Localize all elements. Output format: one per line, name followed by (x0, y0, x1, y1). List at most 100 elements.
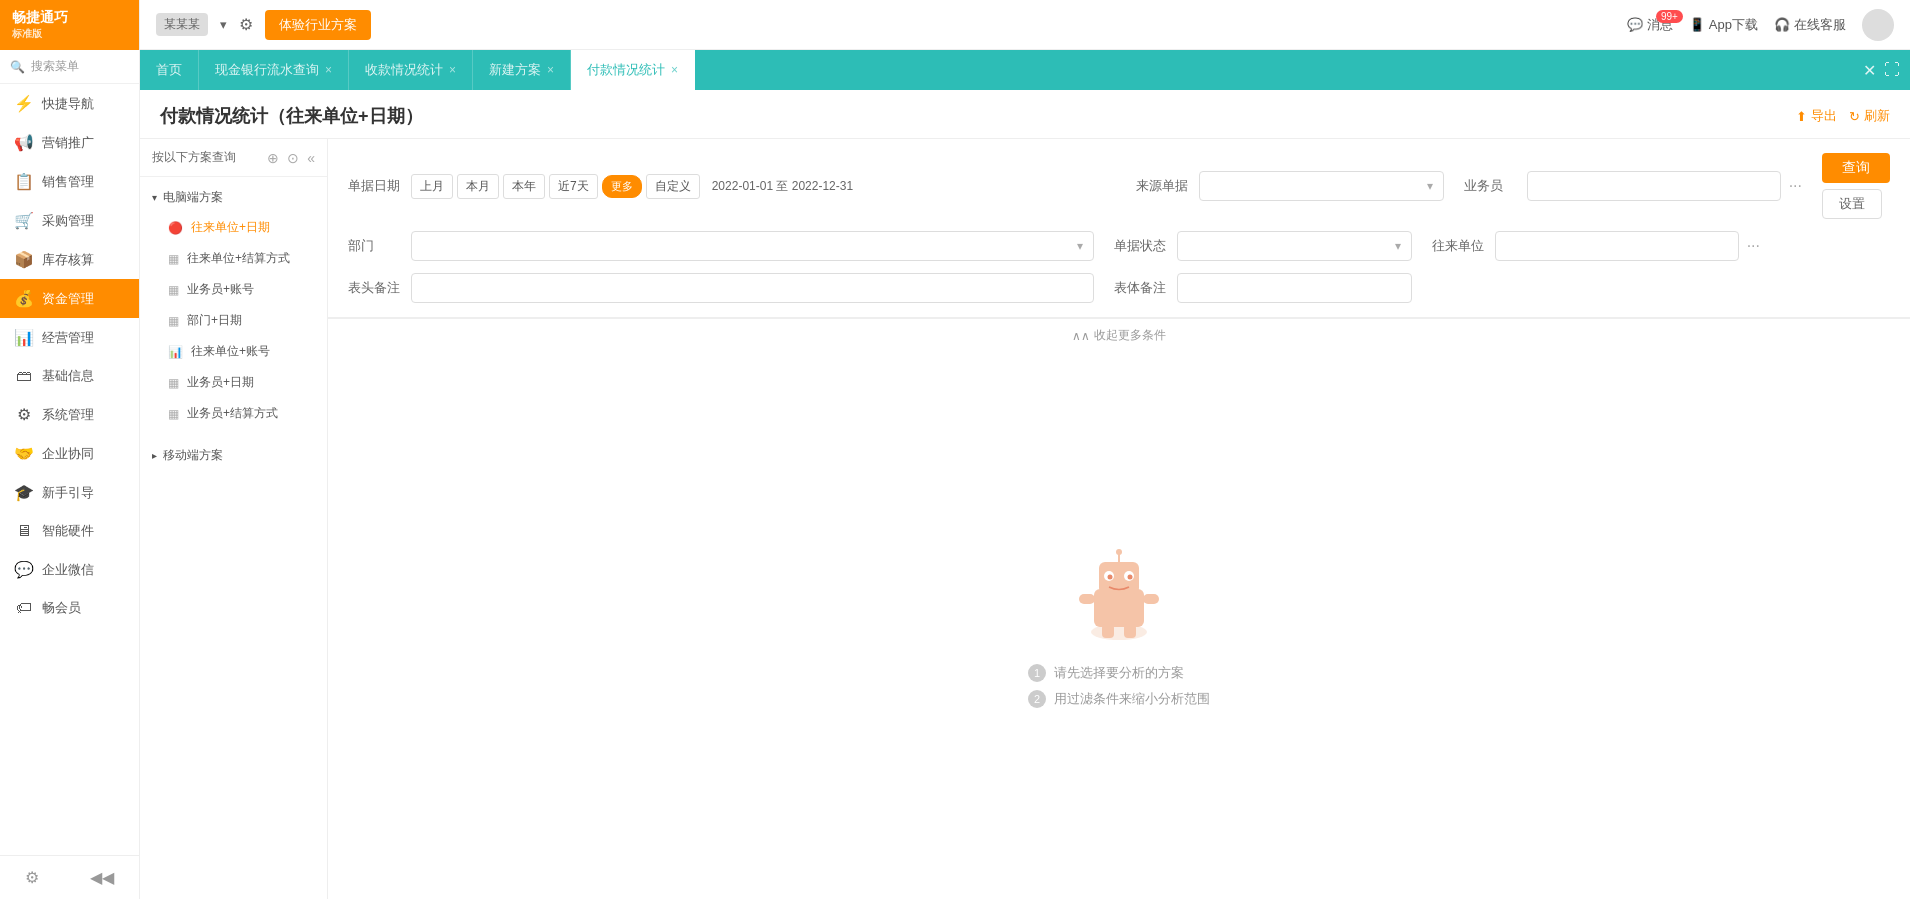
body-remark-input[interactable] (1177, 273, 1412, 303)
settings-btn-form[interactable]: 设置 (1822, 189, 1882, 219)
collapse-btn[interactable]: ∧∧ 收起更多条件 (328, 318, 1910, 352)
user-dropdown[interactable]: ▾ (220, 17, 227, 32)
sidebar-item-system[interactable]: ⚙系统管理 (0, 395, 139, 434)
wechat-label: 企业微信 (42, 561, 94, 579)
this-month-btn[interactable]: 本月 (457, 174, 499, 199)
sidebar-item-sales[interactable]: 📋销售管理 (0, 162, 139, 201)
voucher-status-select[interactable]: ▾ (1177, 231, 1412, 261)
scheme-label-dept-date: 部门+日期 (187, 312, 242, 329)
refresh-icon: ↻ (1849, 109, 1860, 124)
staff-more-btn[interactable]: ··· (1789, 177, 1802, 195)
sidebar-item-capital[interactable]: 💰资金管理 (0, 279, 139, 318)
export-label: 导出 (1811, 107, 1837, 125)
tip-text-1: 请先选择要分析的方案 (1054, 664, 1184, 682)
service-label: 在线客服 (1794, 16, 1846, 34)
tip-num-1: 1 (1028, 664, 1046, 682)
wechat-icon: 💬 (14, 560, 34, 579)
voucher-status-field: 单据状态 ▾ (1114, 231, 1412, 261)
more-date-btn[interactable]: 更多 (602, 175, 642, 198)
collapse-sidebar-btn[interactable]: ◀◀ (86, 864, 118, 891)
try-industry-btn[interactable]: 体验行业方案 (265, 10, 371, 40)
sidebar-item-guide[interactable]: 🎓新手引导 (0, 473, 139, 512)
sidebar-bottom: ⚙ ◀◀ (0, 855, 139, 899)
scheme-group-header-desktop[interactable]: ▾电脑端方案 (140, 183, 327, 212)
scheme-item-staff-settle[interactable]: ▦业务员+结算方式 (140, 398, 327, 429)
manage-scheme-icon[interactable]: ⊙ (287, 150, 299, 166)
sidebar-item-purchase[interactable]: 🛒采购管理 (0, 201, 139, 240)
add-scheme-icon[interactable]: ⊕ (267, 150, 279, 166)
scheme-item-unit-account[interactable]: 📊往来单位+账号 (140, 336, 327, 367)
unit-select[interactable] (1495, 231, 1739, 261)
tab-home[interactable]: 首页 (140, 50, 199, 90)
scheme-item-unit-date[interactable]: 🔴往来单位+日期 (140, 212, 327, 243)
top-header-right: 💬 消息 99+ 📱 App下载 🎧 在线客服 (1627, 9, 1894, 41)
dept-select[interactable]: ▾ (411, 231, 1094, 261)
unit-more-btn[interactable]: ··· (1747, 237, 1760, 255)
group-label-mobile: 移动端方案 (163, 447, 223, 464)
sidebar-item-wechat[interactable]: 💬 企业微信 (0, 550, 139, 589)
last-month-btn[interactable]: 上月 (411, 174, 453, 199)
main-area: 某某某 ▾ ⚙ 体验行业方案 💬 消息 99+ 📱 App下载 🎧 在线客服 首… (140, 0, 1910, 899)
top-settings-icon[interactable]: ⚙ (239, 15, 253, 34)
tab-close-payment-stat[interactable]: × (671, 63, 678, 77)
expand-tab-icon[interactable]: ⛶ (1884, 61, 1900, 79)
sidebar-item-quick-nav[interactable]: ⚡快捷导航 (0, 84, 139, 123)
last-7-days-btn[interactable]: 近7天 (549, 174, 598, 199)
app-download-btn[interactable]: 📱 App下载 (1689, 16, 1758, 34)
purchase-icon: 🛒 (14, 211, 34, 230)
online-service-btn[interactable]: 🎧 在线客服 (1774, 16, 1846, 34)
tab-close-receivable[interactable]: × (449, 63, 456, 77)
logo-sub: 标准版 (12, 27, 68, 41)
collapse-icon: ∧∧ (1072, 329, 1090, 343)
scheme-item-dept-date[interactable]: ▦ 部门+日期 (140, 305, 327, 336)
empty-state: 1 请先选择要分析的方案 2 用过滤条件来缩小分析范围 (328, 352, 1910, 899)
user-avatar[interactable] (1862, 9, 1894, 41)
export-btn[interactable]: ⬆ 导出 (1796, 107, 1837, 125)
group-arrow-mobile: ▸ (152, 450, 157, 461)
page-title: 付款情况统计（往来单位+日期） (160, 104, 423, 128)
messages-btn[interactable]: 💬 消息 99+ (1627, 16, 1673, 34)
collapse-scheme-icon[interactable]: « (307, 150, 315, 166)
sidebar-item-hardware[interactable]: 🖥智能硬件 (0, 512, 139, 550)
sidebar-item-base[interactable]: 🗃基础信息 (0, 357, 139, 395)
tab-receivable[interactable]: 收款情况统计× (349, 50, 473, 90)
page-header: 付款情况统计（往来单位+日期） ⬆ 导出 ↻ 刷新 (140, 90, 1910, 139)
quick-nav-icon: ⚡ (14, 94, 34, 113)
tab-payment-stat[interactable]: 付款情况统计× (571, 50, 695, 90)
staff-select[interactable] (1527, 171, 1781, 201)
base-icon: 🗃 (14, 367, 34, 385)
source-field: 来源单据 ▾ (1136, 171, 1443, 201)
close-tab-icon[interactable]: ✕ (1863, 61, 1876, 80)
custom-date-btn[interactable]: 自定义 (646, 174, 700, 199)
scheme-icon-dept-date: ▦ (168, 314, 179, 328)
sidebar-item-inventory[interactable]: 📦库存核算 (0, 240, 139, 279)
this-year-btn[interactable]: 本年 (503, 174, 545, 199)
tab-new-scheme[interactable]: 新建方案× (473, 50, 571, 90)
scheme-item-unit-settle[interactable]: ▦往来单位+结算方式 (140, 243, 327, 274)
search-label: 搜索菜单 (31, 58, 79, 75)
header-remark-field: 表头备注 (348, 273, 1094, 303)
query-btn[interactable]: 查询 (1822, 153, 1890, 183)
sidebar-search[interactable]: 🔍 搜索菜单 (0, 50, 139, 84)
refresh-btn[interactable]: ↻ 刷新 (1849, 107, 1890, 125)
voucher-status-label: 单据状态 (1114, 237, 1169, 255)
tab-items: 首页现金银行流水查询×收款情况统计×新建方案×付款情况统计× (140, 50, 695, 90)
tab-close-new-scheme[interactable]: × (547, 63, 554, 77)
tab-bar-actions: ✕ ⛶ (1853, 50, 1910, 90)
header-remark-label: 表头备注 (348, 279, 403, 297)
collapse-label: 收起更多条件 (1094, 327, 1166, 344)
scheme-item-staff-account[interactable]: ▦业务员+账号 (140, 274, 327, 305)
tab-close-bank[interactable]: × (325, 63, 332, 77)
scheme-icon-unit-date: 🔴 (168, 221, 183, 235)
header-remark-input[interactable] (411, 273, 1094, 303)
settings-bottom-icon[interactable]: ⚙ (21, 864, 43, 891)
scheme-item-staff-date[interactable]: ▦业务员+日期 (140, 367, 327, 398)
capital-icon: 💰 (14, 289, 34, 308)
scheme-group-header-mobile[interactable]: ▸ 移动端方案 (140, 441, 327, 470)
tab-bank[interactable]: 现金银行流水查询× (199, 50, 349, 90)
sidebar-item-marketing[interactable]: 📢营销推广 (0, 123, 139, 162)
source-select[interactable]: ▾ (1199, 171, 1443, 201)
sidebar-item-member[interactable]: 🏷畅会员 (0, 589, 139, 627)
sidebar-item-operation[interactable]: 📊经营管理 (0, 318, 139, 357)
sidebar-item-corp[interactable]: 🤝企业协同 (0, 434, 139, 473)
